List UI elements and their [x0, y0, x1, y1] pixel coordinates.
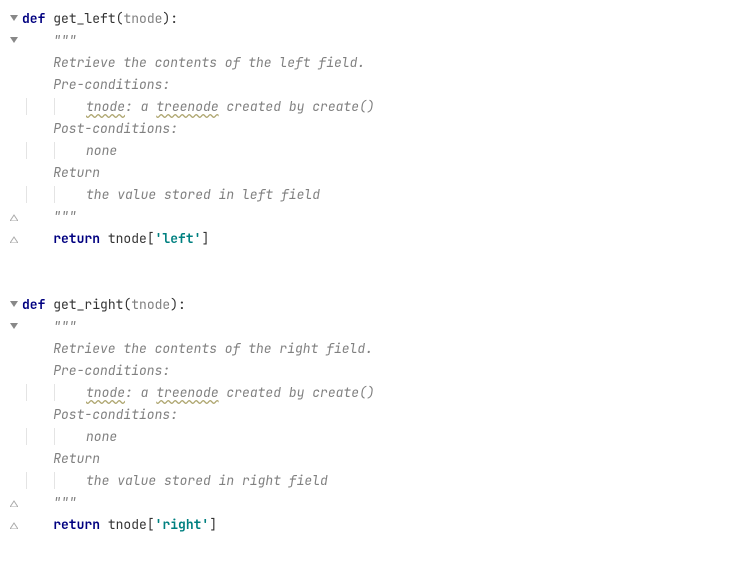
fold-gutter[interactable]: [8, 206, 20, 228]
code-line[interactable]: none: [8, 140, 753, 162]
docstring-text: tnode: [86, 384, 125, 401]
fold-expanded-icon: [10, 37, 18, 45]
fold-gutter[interactable]: [8, 228, 20, 250]
code-line[interactable]: Retrieve the contents of the right field…: [8, 338, 753, 360]
gutter-blank: [8, 404, 20, 426]
code-line[interactable]: Post-conditions:: [8, 404, 753, 426]
fold-end-icon: [10, 235, 18, 243]
fold-end-icon: [10, 521, 18, 529]
gutter-blank: [8, 382, 20, 404]
keyword-def: def: [22, 296, 45, 313]
code-line[interactable]: Return: [8, 162, 753, 184]
code-line[interactable]: Pre-conditions:: [8, 74, 753, 96]
gutter-blank: [8, 470, 20, 492]
docstring-text: the value stored in left field: [86, 186, 320, 203]
docstring-quote: """: [53, 208, 76, 225]
docstring-text: Retrieve the contents of the right field…: [53, 340, 373, 357]
code-text: tnode[: [100, 516, 155, 533]
gutter-blank: [8, 52, 20, 74]
code-editor[interactable]: def get_left(tnode): """ Retrieve the co…: [8, 8, 753, 536]
string-literal: 'left': [155, 230, 202, 247]
param-name: tnode: [123, 10, 162, 27]
docstring-text: Pre-conditions:: [53, 362, 170, 379]
docstring-text: : a: [125, 384, 156, 401]
docstring-text: Return: [53, 450, 100, 467]
code-line[interactable]: """: [8, 492, 753, 514]
code-line[interactable]: def get_left(tnode):: [8, 8, 753, 30]
code-line[interactable]: """: [8, 316, 753, 338]
docstring-text: the value stored in right field: [86, 472, 328, 489]
gutter-blank: [8, 426, 20, 448]
code-text: ]: [201, 230, 209, 247]
gutter-blank: [8, 118, 20, 140]
code-line[interactable]: Retrieve the contents of the left field.: [8, 52, 753, 74]
code-line[interactable]: the value stored in left field: [8, 184, 753, 206]
docstring-text: none: [86, 428, 117, 445]
docstring-text: created by create(): [219, 384, 375, 401]
gutter-blank: [8, 96, 20, 118]
fold-gutter[interactable]: [8, 30, 20, 52]
fold-end-icon: [10, 499, 18, 507]
fold-gutter[interactable]: [8, 8, 20, 30]
docstring-text: Return: [53, 164, 100, 181]
docstring-text: none: [86, 142, 117, 159]
gutter-blank: [8, 338, 20, 360]
docstring-text: created by create(): [219, 98, 375, 115]
fold-expanded-icon: [10, 301, 18, 309]
docstring-text: treenode: [156, 384, 218, 401]
code-line[interactable]: def get_right(tnode):: [8, 294, 753, 316]
param-name: tnode: [131, 296, 170, 313]
keyword-def: def: [22, 10, 45, 27]
docstring-quote: """: [53, 318, 76, 335]
code-line[interactable]: return tnode['right']: [8, 514, 753, 536]
code-line[interactable]: tnode: a treenode created by create(): [8, 96, 753, 118]
function-name: get_left: [53, 10, 115, 27]
code-line[interactable]: """: [8, 30, 753, 52]
code-text: ]: [209, 516, 217, 533]
docstring-quote: """: [53, 494, 76, 511]
keyword-return: return: [53, 230, 100, 247]
keyword-return: return: [53, 516, 100, 533]
code-line[interactable]: tnode: a treenode created by create(): [8, 382, 753, 404]
gutter-blank: [8, 360, 20, 382]
gutter-blank: [8, 140, 20, 162]
docstring-text: : a: [125, 98, 156, 115]
fold-expanded-icon: [10, 323, 18, 331]
fold-gutter[interactable]: [8, 294, 20, 316]
code-line[interactable]: return tnode['left']: [8, 228, 753, 250]
blank-line[interactable]: [8, 250, 753, 272]
docstring-text: Post-conditions:: [53, 406, 178, 423]
fold-expanded-icon: [10, 15, 18, 23]
gutter-blank: [8, 162, 20, 184]
docstring-quote: """: [53, 32, 76, 49]
fold-gutter[interactable]: [8, 514, 20, 536]
blank-line[interactable]: [8, 272, 753, 294]
gutter-blank: [8, 184, 20, 206]
paren-close: ):: [170, 296, 186, 313]
fold-gutter[interactable]: [8, 492, 20, 514]
string-literal: 'right': [155, 516, 210, 533]
code-line[interactable]: none: [8, 426, 753, 448]
paren-close: ):: [162, 10, 178, 27]
docstring-text: Retrieve the contents of the left field.: [53, 54, 365, 71]
code-line[interactable]: Return: [8, 448, 753, 470]
gutter-blank: [8, 74, 20, 96]
code-text: tnode[: [100, 230, 155, 247]
function-name: get_right: [53, 296, 123, 313]
code-line[interactable]: """: [8, 206, 753, 228]
docstring-text: treenode: [156, 98, 218, 115]
gutter-blank: [8, 448, 20, 470]
code-line[interactable]: Post-conditions:: [8, 118, 753, 140]
docstring-text: Post-conditions:: [53, 120, 178, 137]
fold-gutter[interactable]: [8, 316, 20, 338]
code-line[interactable]: the value stored in right field: [8, 470, 753, 492]
docstring-text: Pre-conditions:: [53, 76, 170, 93]
docstring-text: tnode: [86, 98, 125, 115]
fold-end-icon: [10, 213, 18, 221]
code-line[interactable]: Pre-conditions:: [8, 360, 753, 382]
